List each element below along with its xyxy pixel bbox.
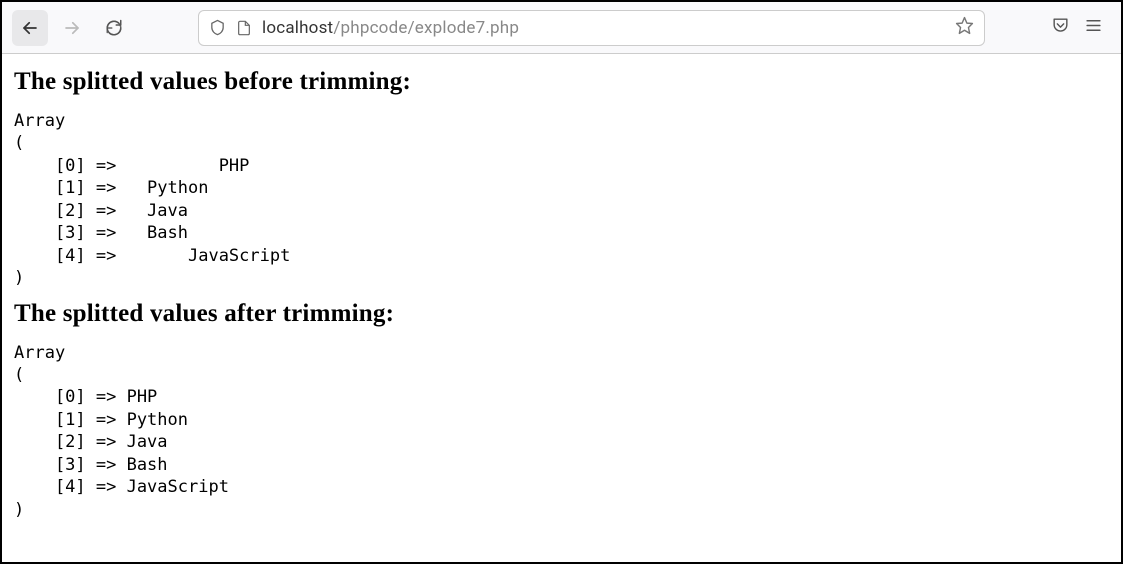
toolbar-right-icons [1051,16,1111,39]
browser-toolbar: localhost/phpcode/explode7.php [2,2,1121,54]
url-path: /phpcode/explode7.php [333,18,519,38]
shield-icon [209,19,226,36]
url-host: localhost [262,18,333,38]
pocket-icon[interactable] [1051,16,1070,39]
array-output-before: Array ( [0] => PHP [1] => Python [2] => … [14,110,1109,290]
page-icon [236,20,252,36]
heading-before-trimming: The splitted values before trimming: [14,68,1109,96]
reload-button[interactable] [96,10,132,46]
forward-button[interactable] [54,10,90,46]
url-text: localhost/phpcode/explode7.php [262,18,945,38]
bookmark-star-icon[interactable] [955,16,974,39]
array-output-after: Array ( [0] => PHP [1] => Python [2] => … [14,342,1109,522]
address-bar[interactable]: localhost/phpcode/explode7.php [198,10,985,46]
back-button[interactable] [12,10,48,46]
heading-after-trimming: The splitted values after trimming: [14,300,1109,328]
page-content: The splitted values before trimming: Arr… [2,54,1121,535]
menu-icon[interactable] [1084,16,1103,39]
